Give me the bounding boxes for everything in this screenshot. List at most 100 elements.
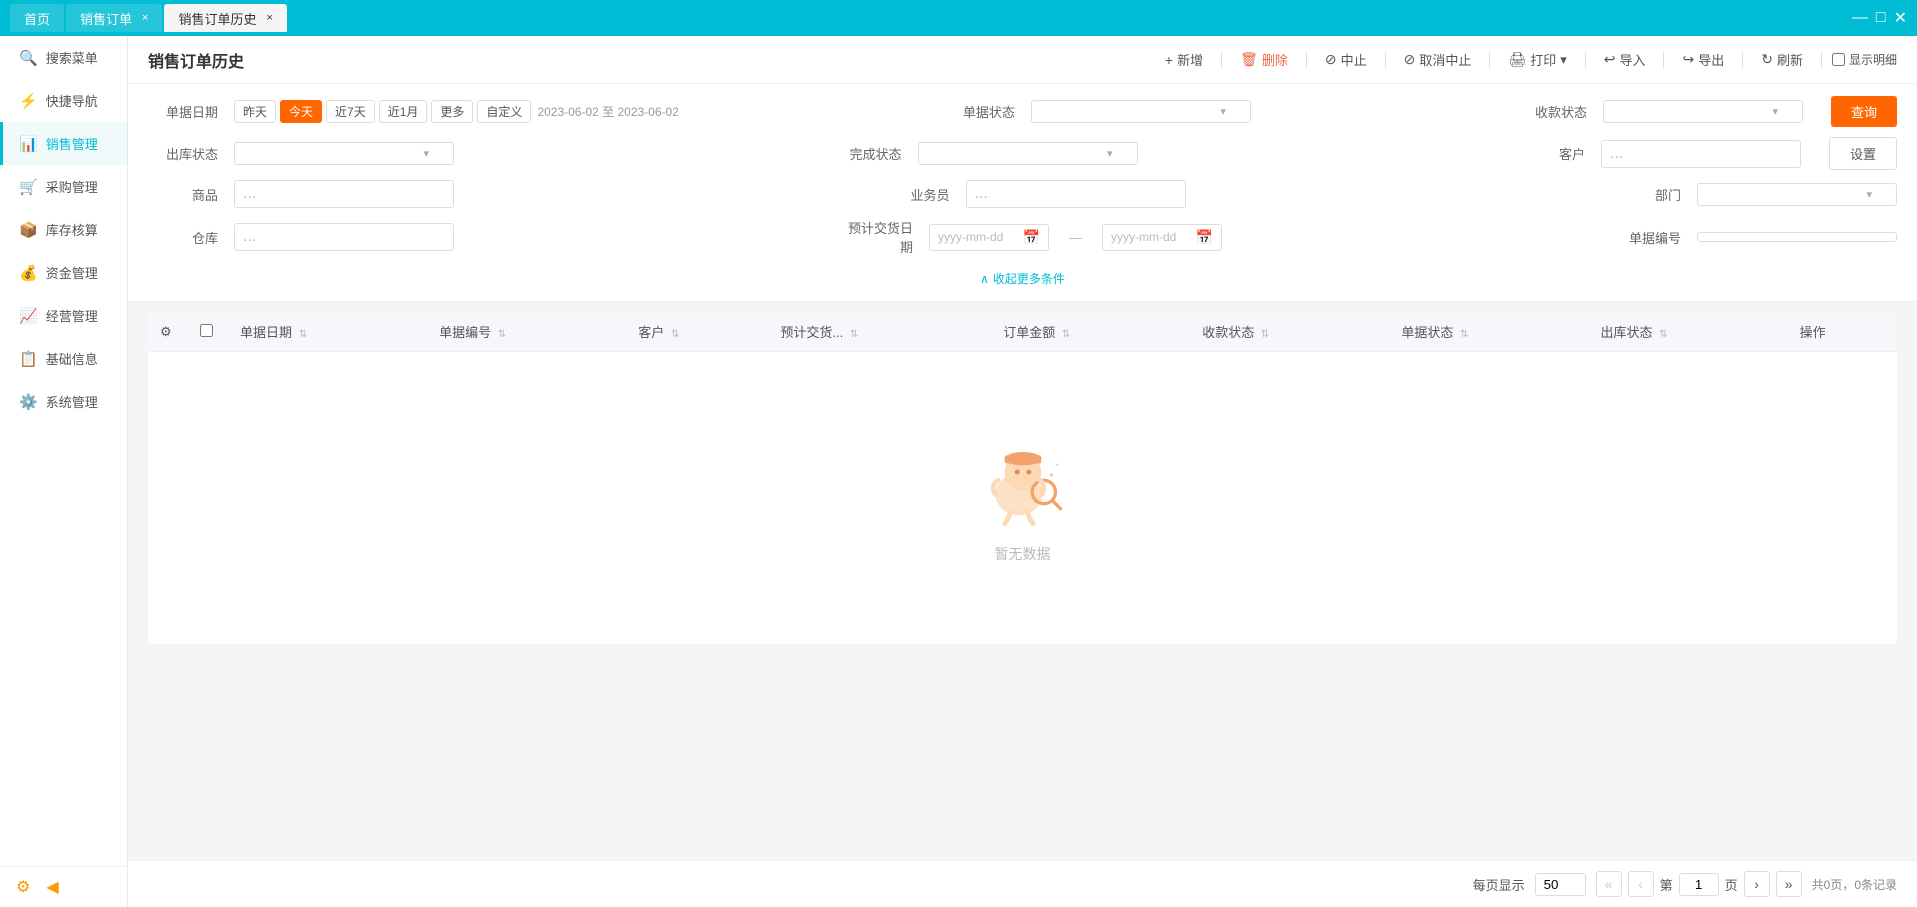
page-size-label: 每页显示: [1473, 875, 1525, 894]
refresh-button[interactable]: ↻ 刷新: [1753, 46, 1811, 73]
delivery-date-from[interactable]: yyyy-mm-dd 📅: [929, 224, 1049, 251]
sort-bill-no-icon[interactable]: ⇅: [498, 329, 506, 340]
sidebar-item-finance[interactable]: 💰 资金管理: [0, 251, 127, 294]
bill-status-chevron: ▾: [1220, 105, 1226, 118]
tab-sales-order-close[interactable]: ×: [142, 12, 148, 24]
delete-button[interactable]: 🗑 删除: [1232, 46, 1296, 73]
date-btn-1month[interactable]: 近1月: [379, 100, 428, 123]
stop-button[interactable]: ⊘ 中止: [1317, 46, 1375, 73]
export-button[interactable]: ↪ 导出: [1674, 46, 1732, 73]
page-size-wrapper: 20 50 100: [1535, 873, 1586, 896]
trending-icon: 📈: [19, 307, 38, 325]
select-all-checkbox[interactable]: [200, 324, 213, 337]
cancel-stop-button[interactable]: ⊘ 取消中止: [1396, 46, 1480, 73]
last-page-button[interactable]: »: [1776, 871, 1802, 897]
pagination: « ‹ 第 页 › »: [1596, 871, 1802, 897]
tab-sales-order-history-label: 销售订单历史: [178, 9, 256, 28]
sidebar-item-inventory[interactable]: 📦 库存核算: [0, 208, 127, 251]
bill-status-select[interactable]: ▾: [1031, 100, 1251, 123]
print-btn-label: 打印: [1530, 50, 1556, 69]
sort-customer-icon[interactable]: ⇅: [671, 329, 679, 340]
delivery-date-to[interactable]: yyyy-mm-dd 📅: [1102, 224, 1222, 251]
clipboard-icon: 📋: [19, 350, 38, 368]
dept-select[interactable]: ▾: [1697, 183, 1897, 206]
divider-5: [1585, 52, 1586, 68]
warehouse-dots: ...: [243, 228, 256, 246]
th-delivery-date: 预计交货... ⇅: [768, 312, 991, 352]
collapse-sidebar-icon[interactable]: ◀: [46, 877, 58, 897]
first-page-button[interactable]: «: [1596, 871, 1622, 897]
empty-text: 暂无数据: [168, 544, 1877, 564]
window-minimize-icon[interactable]: —: [1852, 9, 1868, 27]
print-icon: 🖨: [1508, 51, 1526, 68]
date-btn-7days[interactable]: 近7天: [326, 100, 375, 123]
date-filter-control: 昨天 今天 近7天 近1月 更多 自定义 2023-06-02 至 2023-0…: [234, 100, 679, 123]
show-detail-checkbox-label[interactable]: 显示明细: [1832, 51, 1897, 68]
next-page-button[interactable]: ›: [1744, 871, 1770, 897]
page-size-select[interactable]: 20 50 100: [1535, 873, 1586, 896]
svg-text:✦: ✦: [1048, 470, 1055, 480]
calendar-from-icon: 📅: [1023, 229, 1040, 246]
tab-sales-order-label: 销售订单: [80, 9, 132, 28]
window-close-icon[interactable]: ✕: [1894, 8, 1907, 28]
collapse-button[interactable]: ∧ 收起更多条件: [980, 270, 1065, 287]
tab-sales-order[interactable]: 销售订单 ×: [66, 4, 162, 32]
out-status-chevron: ▾: [423, 147, 429, 160]
date-btn-today[interactable]: 今天: [280, 100, 322, 123]
settings-icon[interactable]: ⚙: [160, 324, 172, 339]
cancel-stop-icon: ⊘: [1404, 51, 1416, 68]
th-order-amount: 订单金额 ⇅: [991, 312, 1190, 352]
settings-bottom-icon[interactable]: ⚙: [16, 877, 30, 897]
new-button[interactable]: + 新增: [1157, 46, 1211, 73]
sidebar-item-system[interactable]: ⚙️ 系统管理: [0, 380, 127, 423]
sidebar-item-basic-info[interactable]: 📋 基础信息: [0, 337, 127, 380]
sidebar-item-purchase[interactable]: 🛒 采购管理: [0, 165, 127, 208]
goods-input[interactable]: ...: [234, 180, 454, 208]
receipt-status-chevron: ▾: [1772, 105, 1778, 118]
show-detail-checkbox[interactable]: [1832, 53, 1845, 66]
receipt-status-select[interactable]: ▾: [1603, 100, 1803, 123]
import-icon: ↩: [1604, 51, 1616, 68]
sidebar-item-system-label: 系统管理: [46, 392, 98, 411]
dept-label: 部门: [1611, 185, 1681, 204]
date-btn-more[interactable]: 更多: [431, 100, 473, 123]
table-area: ⚙ 单据日期 ⇅ 单据编号 ⇅: [128, 302, 1917, 860]
sort-bill-status-icon[interactable]: ⇅: [1460, 329, 1468, 340]
warehouse-input[interactable]: ...: [234, 223, 454, 251]
sort-amount-icon[interactable]: ⇅: [1062, 329, 1070, 340]
tab-sales-order-history[interactable]: 销售订单历史 ×: [164, 4, 286, 32]
sidebar-item-sales[interactable]: 📊 销售管理: [0, 122, 127, 165]
date-btn-custom[interactable]: 自定义: [477, 100, 531, 123]
top-bar-right: — □ ✕: [1852, 8, 1907, 28]
complete-status-select[interactable]: ▾: [918, 142, 1138, 165]
bill-no-label: 单据编号: [1611, 228, 1681, 247]
customer-input[interactable]: ...: [1601, 140, 1801, 168]
sort-bill-date-icon[interactable]: ⇅: [299, 329, 307, 340]
import-button[interactable]: ↩ 导入: [1596, 46, 1654, 73]
table-footer: 每页显示 20 50 100 « ‹ 第 页 › » 共0页，0条记录: [128, 860, 1917, 907]
print-button[interactable]: 🖨 打印 ▾: [1500, 46, 1574, 73]
divider-6: [1663, 52, 1664, 68]
search-button[interactable]: 查询: [1831, 96, 1897, 127]
settings-button[interactable]: 设置: [1829, 137, 1897, 170]
empty-illustration: ✦ ✦: [973, 432, 1073, 532]
page-header: 销售订单历史 + 新增 🗑 删除 ⊘ 中止 ⊘: [128, 36, 1917, 84]
date-btn-yesterday[interactable]: 昨天: [234, 100, 276, 123]
sort-out-status-icon[interactable]: ⇅: [1659, 329, 1667, 340]
sort-delivery-icon[interactable]: ⇅: [850, 329, 858, 340]
receipt-status-label: 收款状态: [1517, 102, 1587, 121]
sidebar-item-quick-nav[interactable]: ⚡ 快捷导航: [0, 79, 127, 122]
window-maximize-icon[interactable]: □: [1876, 9, 1886, 27]
date-range-text: 2023-06-02 至 2023-06-02: [537, 103, 678, 120]
tab-sales-order-history-close[interactable]: ×: [266, 12, 272, 24]
tab-home[interactable]: 首页: [10, 4, 64, 32]
collapse-btn-label: 收起更多条件: [993, 270, 1065, 287]
bill-no-input[interactable]: [1697, 232, 1897, 242]
sidebar-item-search[interactable]: 🔍 搜索菜单: [0, 36, 127, 79]
prev-page-button[interactable]: ‹: [1628, 871, 1654, 897]
out-status-select[interactable]: ▾: [234, 142, 454, 165]
page-number-input[interactable]: [1679, 873, 1719, 896]
salesman-input[interactable]: ...: [966, 180, 1186, 208]
sort-receipt-icon[interactable]: ⇅: [1261, 329, 1269, 340]
sidebar-item-operation[interactable]: 📈 经营管理: [0, 294, 127, 337]
